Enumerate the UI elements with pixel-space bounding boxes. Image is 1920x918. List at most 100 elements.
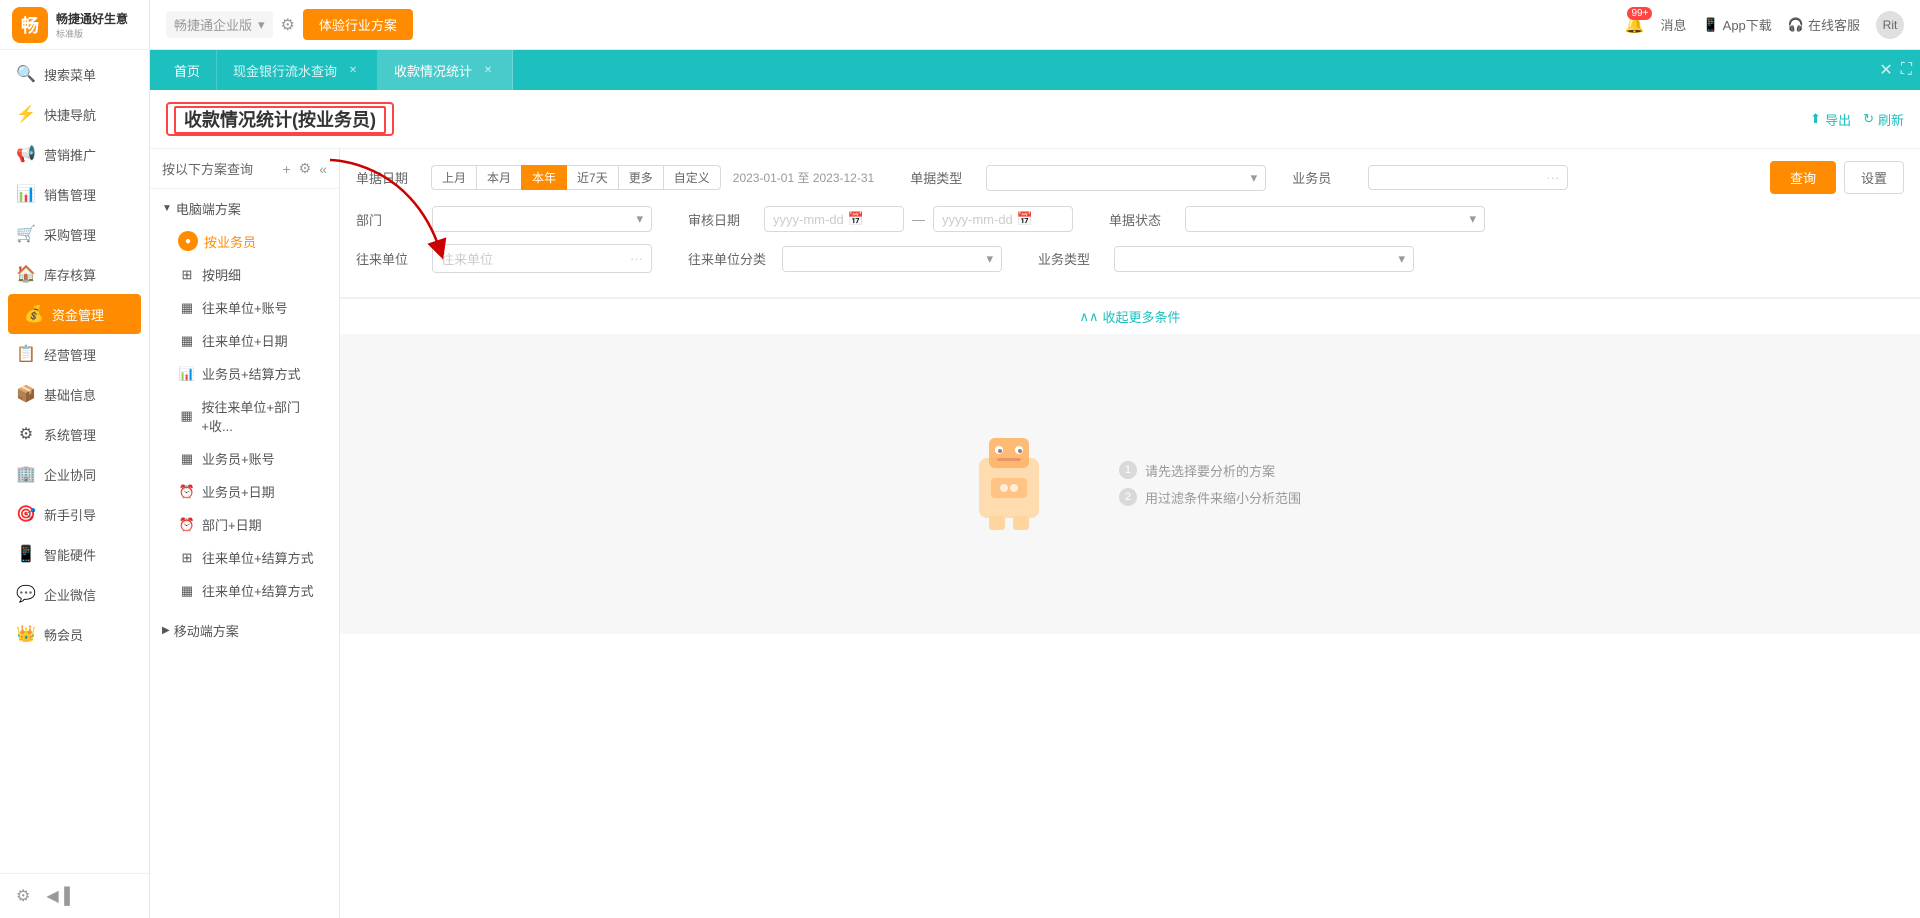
quicknav-icon: ⚡: [16, 104, 36, 124]
logo-icon: 畅: [12, 7, 48, 43]
page-actions: ⬆ 导出 ↻ 刷新: [1810, 110, 1904, 129]
audit-start-input[interactable]: yyyy-mm-dd 📅: [764, 206, 904, 232]
sidebar-item-corp[interactable]: 🏢 企业协同: [0, 454, 149, 494]
sidebar: 畅 畅捷通好生意 标准版 🔍 搜索菜单 ⚡ 快捷导航 📢 营销推广 📊 销售管理…: [0, 0, 150, 918]
query-btn[interactable]: 查询: [1770, 161, 1836, 194]
online-service-link[interactable]: 🎧 在线客服: [1788, 15, 1860, 34]
purchase-icon: 🛒: [16, 224, 36, 244]
sidebar-item-inventory[interactable]: 🏠 库存核算: [0, 254, 149, 294]
sidebar-item-wechat[interactable]: 💬 企业微信: [0, 574, 149, 614]
scheme-item-by-detail[interactable]: ⊞ 按明细: [150, 258, 339, 291]
message-icon[interactable]: 🔔 99+: [1625, 13, 1645, 36]
panel-collapse-icon[interactable]: «: [319, 161, 327, 177]
empty-content: 1 请先选择要分析的方案 2 用过滤条件来缩小分析范围: [959, 428, 1301, 541]
user-avatar[interactable]: Rit: [1876, 11, 1904, 39]
filter-row-1: 单据日期 上月 本月 本年: [356, 161, 1904, 194]
sidebar-item-sales[interactable]: 📊 销售管理: [0, 174, 149, 214]
staff-select[interactable]: ···: [1368, 165, 1568, 190]
mobile-group-header[interactable]: ▶ 移动端方案: [150, 615, 339, 646]
doc-status-arrow-icon: ▾: [1469, 211, 1476, 227]
tab-fullscreen-icon[interactable]: ⛶: [1901, 61, 1912, 79]
date-tab-7days[interactable]: 近7天: [566, 165, 619, 190]
doctype-select[interactable]: ▾: [986, 165, 1266, 191]
date-tab-custom[interactable]: 自定义: [663, 165, 721, 190]
desktop-group-header[interactable]: ▼ 电脑端方案: [150, 193, 339, 224]
biz-type-select[interactable]: ▾: [1114, 246, 1414, 272]
app-download-link[interactable]: 📱 App下载: [1702, 15, 1771, 34]
date-separator: —: [908, 212, 929, 227]
system-icon: ⚙: [16, 424, 36, 444]
refresh-btn[interactable]: ↻ 刷新: [1863, 110, 1904, 129]
doctype-select-arrow-icon: ▾: [1251, 170, 1258, 186]
mobile-group-arrow-icon: ▶: [162, 625, 170, 636]
sidebar-item-system[interactable]: ⚙ 系统管理: [0, 414, 149, 454]
sidebar-item-operation[interactable]: 📋 经营管理: [0, 334, 149, 374]
sidebar-item-guide[interactable]: 🎯 新手引导: [0, 494, 149, 534]
sidebar-item-search[interactable]: 🔍 搜索菜单: [0, 54, 149, 94]
inventory-icon: 🏠: [16, 264, 36, 284]
settings-gear-icon[interactable]: ⚙: [281, 15, 295, 35]
download-icon: 📱: [1702, 17, 1718, 33]
panel-settings-icon[interactable]: ⚙: [299, 160, 312, 177]
tab-bank[interactable]: 现金银行流水查询 ✕: [217, 50, 378, 90]
member-icon: 👑: [16, 624, 36, 644]
date-tab-this-month[interactable]: 本月: [476, 165, 522, 190]
left-panel: 按以下方案查询 + ⚙ « ▼ 电脑端方案 ● 按业务员 ⊞ 按明细: [150, 149, 340, 918]
scheme-item-unit-date[interactable]: ▦ 往来单位+日期: [150, 324, 339, 357]
scheme-item-unit-settle1[interactable]: ⊞ 往来单位+结算方式: [150, 541, 339, 574]
footer-collapse-icon[interactable]: ◀▐: [46, 886, 70, 906]
tab-bank-close-icon[interactable]: ✕: [345, 62, 361, 78]
sidebar-item-purchase[interactable]: 🛒 采购管理: [0, 214, 149, 254]
company-selector[interactable]: 畅捷通企业版 ▾: [166, 11, 273, 38]
tab-close-all-icon[interactable]: ✕: [1879, 60, 1892, 80]
sidebar-item-marketing[interactable]: 📢 营销推广: [0, 134, 149, 174]
footer-settings-icon[interactable]: ⚙: [16, 886, 30, 906]
audit-date-label: 审核日期: [688, 210, 748, 229]
counterparty-cat-select[interactable]: ▾: [782, 246, 1002, 272]
scheme-item-by-staff[interactable]: ● 按业务员: [150, 224, 339, 258]
audit-date-area: yyyy-mm-dd 📅 — yyyy-mm-dd 📅: [764, 206, 1073, 232]
doc-status-select[interactable]: ▾: [1185, 206, 1485, 232]
robot-svg: [959, 428, 1059, 538]
tab-receipt[interactable]: 收款情况统计 ✕: [378, 50, 513, 90]
tip-item-2: 2 用过滤条件来缩小分析范围: [1119, 488, 1301, 507]
date-tab-this-year[interactable]: 本年: [521, 165, 567, 190]
sidebar-nav: 🔍 搜索菜单 ⚡ 快捷导航 📢 营销推广 📊 销售管理 🛒 采购管理 🏠 库存核…: [0, 50, 149, 873]
settings-btn[interactable]: 设置: [1844, 161, 1904, 194]
counterparty-ellipsis-icon: ···: [630, 251, 643, 266]
scheme-item-unit-account[interactable]: ▦ 往来单位+账号: [150, 291, 339, 324]
finance-icon: 💰: [24, 304, 44, 324]
sidebar-item-hardware[interactable]: 📱 智能硬件: [0, 534, 149, 574]
tab-home[interactable]: 首页: [158, 50, 217, 90]
counterparty-select[interactable]: 往来单位 ···: [432, 244, 652, 273]
filter-area: 单据日期 上月 本月 本年: [340, 149, 1920, 298]
sidebar-item-quicknav[interactable]: ⚡ 快捷导航: [0, 94, 149, 134]
tip-num-1: 1: [1119, 461, 1137, 479]
filter-row-3: 往来单位 往来单位 ··· 往来单位分类 ▾ 业务类型 ▾: [356, 244, 1904, 273]
sidebar-item-member[interactable]: 👑 畅会员: [0, 614, 149, 654]
scheme-item-staff-settle[interactable]: 📊 业务员+结算方式: [150, 357, 339, 390]
desktop-scheme-group: ▼ 电脑端方案 ● 按业务员 ⊞ 按明细 ▦ 往来单位+账号 ▦: [150, 189, 339, 611]
doctype-label: 单据类型: [910, 168, 970, 187]
panel-add-icon[interactable]: +: [282, 161, 290, 177]
sales-icon: 📊: [16, 184, 36, 204]
scheme-item-unit-dept[interactable]: ▦ 按往来单位+部门+收...: [150, 390, 339, 442]
dept-select[interactable]: ▾: [432, 206, 652, 232]
audit-end-input[interactable]: yyyy-mm-dd 📅: [933, 206, 1073, 232]
date-tab-last-month[interactable]: 上月: [431, 165, 477, 190]
staff-select-ellipsis: ···: [1546, 170, 1559, 185]
collapse-btn[interactable]: ∧∧ 收起更多条件: [340, 298, 1920, 334]
date-tab-more[interactable]: 更多: [618, 165, 664, 190]
app-header: 畅捷通企业版 ▾ ⚙ 体验行业方案 🔔 99+ 消息 📱 App下载 🎧 在线客…: [150, 0, 1920, 50]
scheme-item-dept-date[interactable]: ⏰ 部门+日期: [150, 508, 339, 541]
scheme-item-staff-date[interactable]: ⏰ 业务员+日期: [150, 475, 339, 508]
scheme-item-unit-settle2[interactable]: ▦ 往来单位+结算方式: [150, 574, 339, 607]
date-range-text: 2023-01-01 至 2023-12-31: [733, 169, 874, 186]
scheme-item-staff-account[interactable]: ▦ 业务员+账号: [150, 442, 339, 475]
export-btn[interactable]: ⬆ 导出: [1810, 110, 1851, 129]
sidebar-item-finance[interactable]: 💰 资金管理: [8, 294, 141, 334]
header-breadcrumb: 畅捷通企业版 ▾ ⚙ 体验行业方案: [166, 9, 1625, 40]
tab-receipt-close-icon[interactable]: ✕: [480, 62, 496, 78]
sidebar-item-basic[interactable]: 📦 基础信息: [0, 374, 149, 414]
try-industry-btn[interactable]: 体验行业方案: [303, 9, 413, 40]
